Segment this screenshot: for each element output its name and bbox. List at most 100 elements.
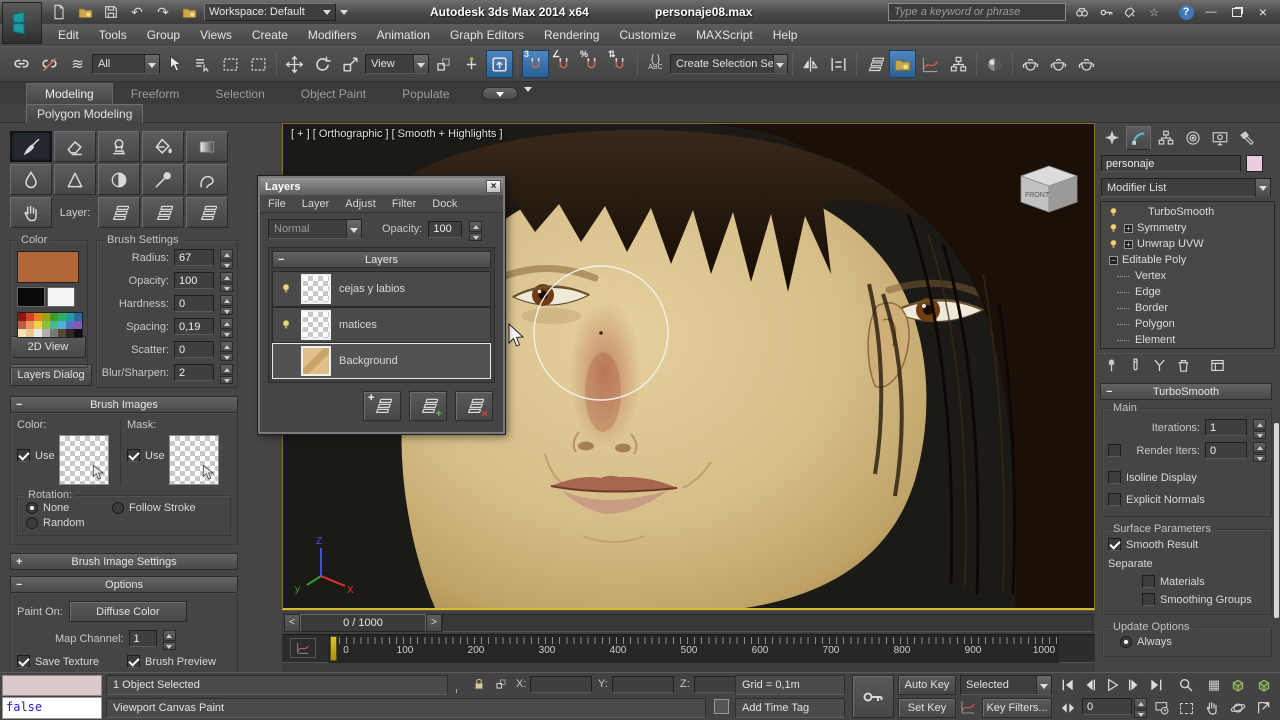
stack-item-turbosmooth[interactable]: TurboSmooth (1101, 204, 1274, 220)
minimize-button[interactable]: — (1200, 4, 1222, 20)
ribbon-tab-freeform[interactable]: Freeform (113, 84, 198, 104)
stack-subobject-element[interactable]: Element (1101, 332, 1274, 348)
viewport-label[interactable]: [ + ] [ Orthographic ] [ Smooth + Highli… (291, 128, 503, 140)
hardness-spinner[interactable] (220, 295, 233, 315)
brush-images-rollout[interactable]: − Brush Images (10, 396, 238, 413)
search-icon[interactable] (1072, 2, 1092, 22)
go-to-start-button[interactable] (1058, 675, 1078, 695)
mirror-icon[interactable] (797, 50, 824, 78)
menu-tools[interactable]: Tools (89, 24, 137, 46)
render-iters-spinner[interactable] (1253, 442, 1266, 462)
brush-color-image[interactable] (58, 435, 109, 485)
options-rollout[interactable]: − Options (10, 576, 238, 593)
layers-dialog-titlebar[interactable]: Layers × (260, 178, 503, 195)
opacity-spinner[interactable] (469, 220, 483, 241)
brush-mask-image[interactable] (168, 435, 219, 485)
track-bar[interactable]: 0 100 200 300 400 500 600 700 800 900 10… (282, 634, 1095, 663)
ribbon-options-icon[interactable] (523, 87, 532, 96)
use-mask-checkbox[interactable] (127, 449, 140, 462)
x-coordinate-field[interactable] (530, 676, 592, 693)
isoline-display-checkbox[interactable] (1108, 471, 1121, 484)
stack-subobject-polygon[interactable]: Polygon (1101, 316, 1274, 332)
palette-color[interactable] (26, 329, 34, 337)
save-file-icon[interactable] (100, 1, 122, 23)
palette-color[interactable] (18, 329, 26, 337)
tab-motion[interactable] (1180, 126, 1205, 150)
open-file-icon[interactable] (74, 1, 96, 23)
maximize-viewport-toggle-icon[interactable] (1250, 698, 1278, 718)
menu-edit[interactable]: Edit (48, 24, 89, 46)
layers-rollout[interactable]: − Layers (272, 251, 491, 268)
field-of-view-icon[interactable] (1172, 698, 1200, 718)
track-bar-ruler[interactable]: 0 100 200 300 400 500 600 700 800 900 10… (328, 635, 1059, 663)
tab-display[interactable] (1207, 126, 1232, 150)
stack-subobject-vertex[interactable]: Vertex (1101, 268, 1274, 284)
play-button[interactable] (1102, 675, 1122, 695)
black-color-swatch[interactable] (17, 287, 45, 307)
palette-color[interactable] (74, 329, 82, 337)
menu-filter[interactable]: Filter (392, 198, 416, 210)
menu-views[interactable]: Views (190, 24, 242, 46)
spinner-snap-icon[interactable]: ⇅ (606, 49, 633, 78)
redo-icon[interactable]: ↷ (152, 1, 174, 23)
help-icon[interactable]: ? (1176, 2, 1196, 22)
restore-button[interactable] (1226, 4, 1248, 20)
close-button[interactable]: × (1252, 4, 1274, 20)
menu-graph-editors[interactable]: Graph Editors (440, 24, 534, 46)
time-tag-icon[interactable] (714, 699, 729, 714)
render-setup-icon[interactable] (1017, 50, 1044, 78)
brush-preview-checkbox[interactable] (127, 655, 140, 668)
palette-color[interactable] (42, 321, 50, 329)
selection-filter-dropdown[interactable]: All (92, 54, 160, 74)
previous-frame-button[interactable]: < (284, 613, 300, 632)
blur-sharpen-spinner[interactable] (220, 364, 233, 384)
maxscript-listener[interactable]: false (2, 697, 102, 719)
menu-dock[interactable]: Dock (432, 198, 457, 210)
sharpen-tool[interactable] (54, 164, 96, 195)
palette-color[interactable] (58, 329, 66, 337)
y-coordinate-field[interactable] (612, 676, 674, 693)
iterations-spinner[interactable] (1253, 419, 1266, 439)
scatter-field[interactable] (174, 341, 214, 358)
time-playhead[interactable] (330, 636, 337, 661)
turbosmooth-rollout[interactable]: − TurboSmooth (1100, 383, 1272, 400)
make-unique-icon[interactable] (1151, 357, 1168, 374)
tab-modify[interactable] (1126, 126, 1151, 150)
rectangular-selection-region-icon[interactable] (217, 50, 244, 78)
opacity-spinner[interactable] (220, 272, 233, 292)
grab-hand-tool[interactable] (10, 197, 52, 228)
select-and-scale-icon[interactable] (337, 50, 364, 78)
tab-utilities[interactable] (1234, 126, 1259, 150)
reload-paint-layer-button[interactable] (142, 197, 184, 228)
menu-rendering[interactable]: Rendering (534, 24, 609, 46)
opacity-field[interactable] (174, 272, 214, 289)
next-frame-button[interactable] (1124, 675, 1144, 695)
use-pivot-center-icon[interactable] (430, 50, 457, 78)
open-mini-curve-editor-icon[interactable] (290, 638, 316, 658)
new-scene-icon[interactable] (48, 1, 70, 23)
palette-color[interactable] (66, 313, 74, 321)
key-filters-button[interactable]: Key Filters... (982, 698, 1052, 718)
percent-snap-icon[interactable]: % (578, 49, 605, 78)
map-channel-spinner[interactable] (162, 630, 176, 650)
layer-row-background[interactable]: Background (272, 343, 491, 379)
time-slider-thumb[interactable]: 0 / 1000 (300, 613, 426, 632)
menu-maxscript[interactable]: MAXScript (686, 24, 763, 46)
render-iters-field[interactable] (1205, 442, 1247, 459)
palette-color[interactable] (50, 313, 58, 321)
paint-on-button[interactable]: Diffuse Color (68, 601, 187, 622)
key-mode-toggle-icon[interactable] (1058, 698, 1078, 718)
viewcube[interactable]: FRONT (1019, 165, 1079, 213)
always-radio[interactable] (1120, 636, 1132, 648)
save-paint-layer-button[interactable] (186, 197, 228, 228)
iterations-field[interactable] (1205, 419, 1247, 436)
pin-stack-icon[interactable] (1103, 357, 1120, 374)
object-color-swatch[interactable] (1246, 155, 1263, 172)
frame-spinner[interactable] (1134, 698, 1147, 718)
fill-tool[interactable] (142, 131, 184, 162)
reference-coordinate-dropdown[interactable]: View (365, 54, 429, 74)
default-in-out-tangents-icon[interactable] (960, 699, 976, 719)
previous-frame-button[interactable] (1080, 675, 1100, 695)
palette-color[interactable] (66, 321, 74, 329)
go-to-end-button[interactable] (1146, 675, 1166, 695)
